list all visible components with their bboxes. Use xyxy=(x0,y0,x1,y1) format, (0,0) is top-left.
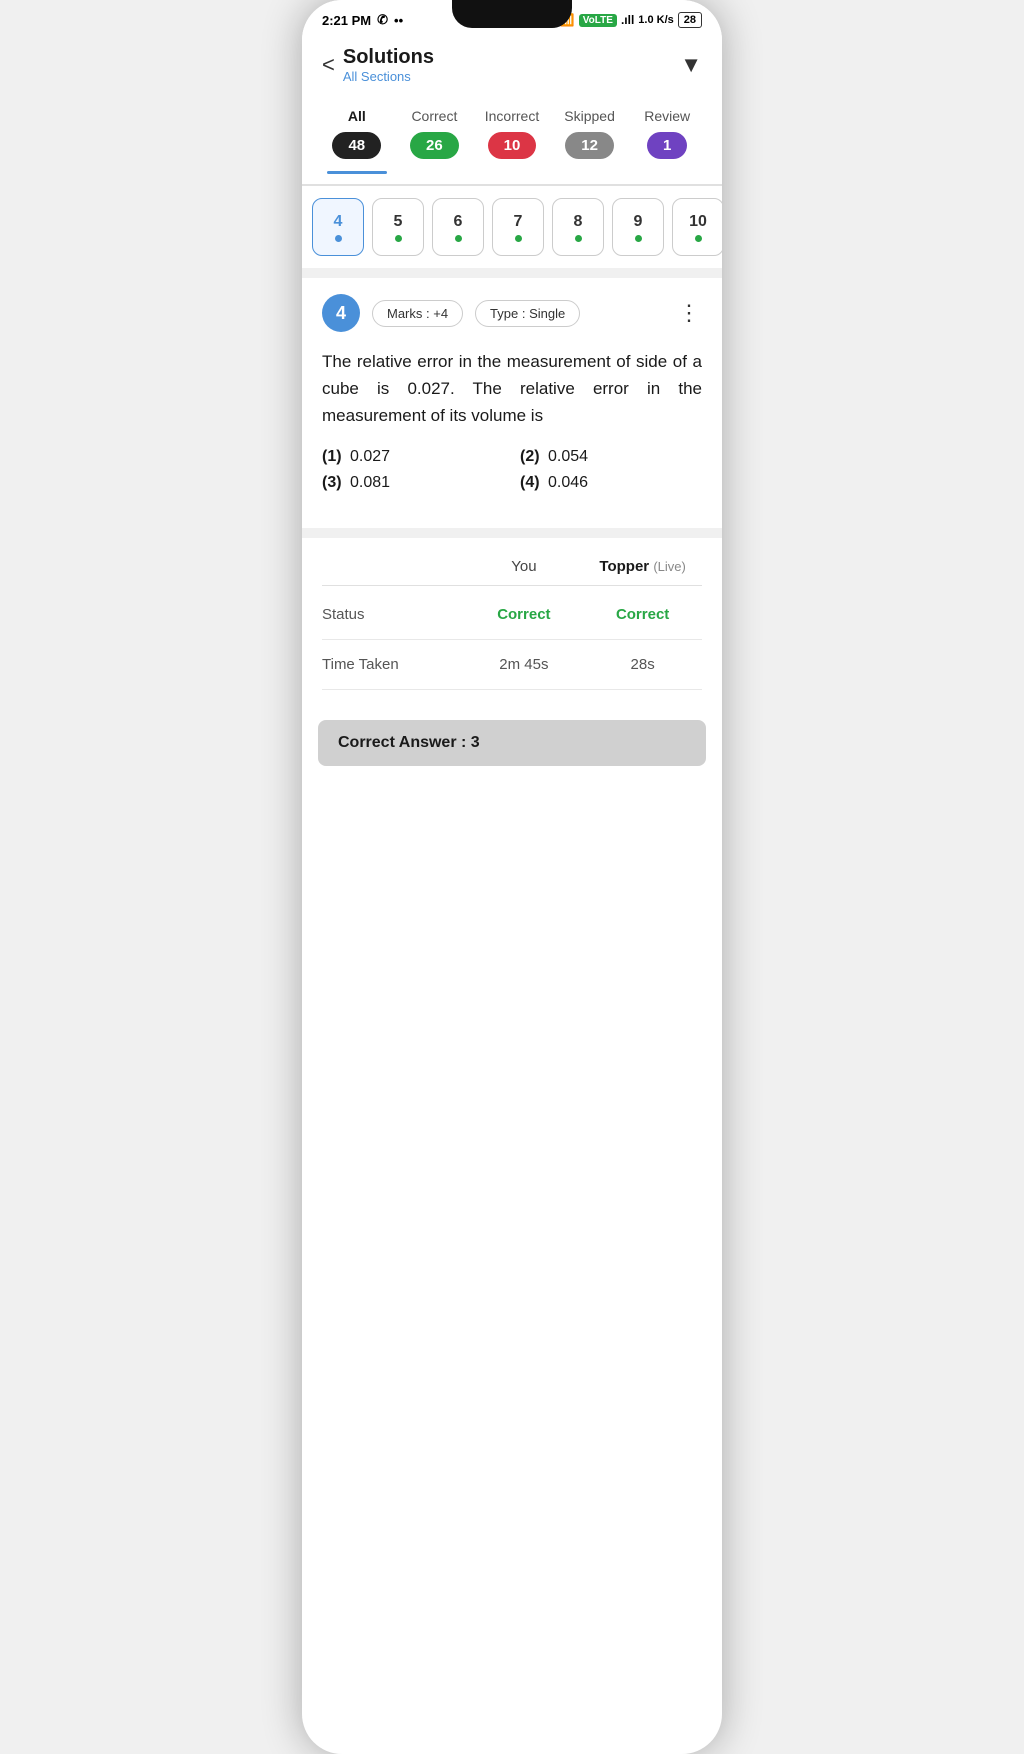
question-number-circle: 4 xyxy=(322,294,360,332)
tab-correct-label: Correct xyxy=(411,108,457,124)
tab-incorrect[interactable]: Incorrect 10 xyxy=(482,108,542,184)
phone-frame: 2:21 PM ✆ •• 📶 VoLTE .ıll 1.0 K/s 28 < S… xyxy=(302,0,722,1754)
status-label: Status xyxy=(322,606,465,623)
q-dot-9 xyxy=(635,235,642,242)
q-num-6[interactable]: 6 xyxy=(432,198,484,256)
time-display: 2:21 PM xyxy=(322,13,371,28)
speed-display: 1.0 K/s xyxy=(638,14,673,26)
tab-skipped[interactable]: Skipped 12 xyxy=(560,108,620,184)
q-num-10[interactable]: 10 xyxy=(672,198,722,256)
option-4-num: (4) xyxy=(520,474,540,491)
option-1-value: 0.027 xyxy=(350,448,390,465)
q-num-10-label: 10 xyxy=(689,213,707,231)
status-right: 📶 VoLTE .ıll 1.0 K/s 28 xyxy=(560,12,702,28)
section-divider-2 xyxy=(302,528,722,538)
col-header-you: You xyxy=(465,558,584,575)
header-text: Solutions All Sections xyxy=(343,46,434,84)
header-subtitle: All Sections xyxy=(343,69,434,84)
volte-badge: VoLTE xyxy=(579,14,617,27)
tab-incorrect-badge: 10 xyxy=(488,132,537,159)
options-grid: (1) 0.027 (2) 0.054 (3) 0.081 (4) 0.046 xyxy=(322,448,702,492)
option-3-num: (3) xyxy=(322,474,342,491)
question-meta: 4 Marks : +4 Type : Single ⋮ xyxy=(322,294,702,332)
status-left: 2:21 PM ✆ •• xyxy=(322,12,403,28)
you-status: Correct xyxy=(465,606,584,623)
q-num-5[interactable]: 5 xyxy=(372,198,424,256)
more-options-button[interactable]: ⋮ xyxy=(678,300,702,326)
tab-review-badge: 1 xyxy=(647,132,687,159)
sim-icon: ✆ xyxy=(377,12,388,28)
q-dot-6 xyxy=(455,235,462,242)
question-number-row: 4 5 6 7 8 9 10 11 xyxy=(302,186,722,268)
tab-all-underline xyxy=(327,171,387,174)
q-dot-5 xyxy=(395,235,402,242)
q-num-4[interactable]: 4 xyxy=(312,198,364,256)
tab-all[interactable]: All 48 xyxy=(327,108,387,184)
filter-tabs: All 48 Correct 26 Incorrect 10 Skipped 1… xyxy=(302,94,722,184)
question-card: 4 Marks : +4 Type : Single ⋮ The relativ… xyxy=(302,278,722,528)
tab-review[interactable]: Review 1 xyxy=(637,108,697,184)
topper-live-label: (Live) xyxy=(653,559,686,574)
correct-answer-text: Correct Answer : 3 xyxy=(338,734,480,752)
option-1-num: (1) xyxy=(322,448,342,465)
option-3: (3) 0.081 xyxy=(322,474,504,492)
tab-skipped-label: Skipped xyxy=(564,108,615,124)
topper-label: Topper xyxy=(599,558,653,575)
dots-icon: •• xyxy=(394,13,403,28)
signal-icon: .ıll xyxy=(621,13,634,27)
option-2: (2) 0.054 xyxy=(520,448,702,466)
battery-container: 28 xyxy=(678,12,702,28)
tab-correct-badge: 26 xyxy=(410,132,459,159)
app-header: < Solutions All Sections ▼ xyxy=(302,34,722,94)
option-4-value: 0.046 xyxy=(548,474,588,491)
option-2-num: (2) xyxy=(520,448,540,465)
q-num-9[interactable]: 9 xyxy=(612,198,664,256)
topper-time: 28s xyxy=(583,656,702,673)
header-title: Solutions xyxy=(343,46,434,69)
you-time: 2m 45s xyxy=(465,656,584,673)
tab-skipped-badge: 12 xyxy=(565,132,614,159)
comparison-row-status: Status Correct Correct xyxy=(322,590,702,640)
q-num-8-label: 8 xyxy=(574,213,583,231)
option-2-value: 0.054 xyxy=(548,448,588,465)
notch xyxy=(452,0,572,28)
q-num-7[interactable]: 7 xyxy=(492,198,544,256)
tab-review-label: Review xyxy=(644,108,690,124)
correct-answer-bar: Correct Answer : 3 xyxy=(318,720,706,766)
q-num-4-label: 4 xyxy=(334,213,343,231)
tab-all-badge: 48 xyxy=(332,132,381,159)
header-left: < Solutions All Sections xyxy=(322,46,434,84)
tab-correct[interactable]: Correct 26 xyxy=(404,108,464,184)
time-label: Time Taken xyxy=(322,656,465,673)
tab-all-label: All xyxy=(348,108,366,124)
col-header-label xyxy=(322,558,465,575)
type-tag: Type : Single xyxy=(475,300,580,327)
q-dot-4 xyxy=(335,235,342,242)
option-3-value: 0.081 xyxy=(350,474,390,491)
question-text: The relative error in the measurement of… xyxy=(322,348,702,430)
option-4: (4) 0.046 xyxy=(520,474,702,492)
comparison-section: You Topper (Live) Status Correct Correct… xyxy=(302,538,722,710)
q-num-8[interactable]: 8 xyxy=(552,198,604,256)
filter-button[interactable]: ▼ xyxy=(680,52,702,78)
comparison-header: You Topper (Live) xyxy=(322,548,702,586)
tab-incorrect-label: Incorrect xyxy=(485,108,539,124)
back-button[interactable]: < xyxy=(322,52,335,78)
q-num-7-label: 7 xyxy=(514,213,523,231)
q-num-6-label: 6 xyxy=(454,213,463,231)
topper-status: Correct xyxy=(583,606,702,623)
q-dot-10 xyxy=(695,235,702,242)
marks-tag: Marks : +4 xyxy=(372,300,463,327)
q-num-5-label: 5 xyxy=(394,213,403,231)
battery-level: 28 xyxy=(684,14,696,26)
q-dot-8 xyxy=(575,235,582,242)
comparison-row-time: Time Taken 2m 45s 28s xyxy=(322,640,702,690)
section-divider xyxy=(302,268,722,278)
q-num-9-label: 9 xyxy=(634,213,643,231)
q-dot-7 xyxy=(515,235,522,242)
option-1: (1) 0.027 xyxy=(322,448,504,466)
col-header-topper: Topper (Live) xyxy=(583,558,702,575)
